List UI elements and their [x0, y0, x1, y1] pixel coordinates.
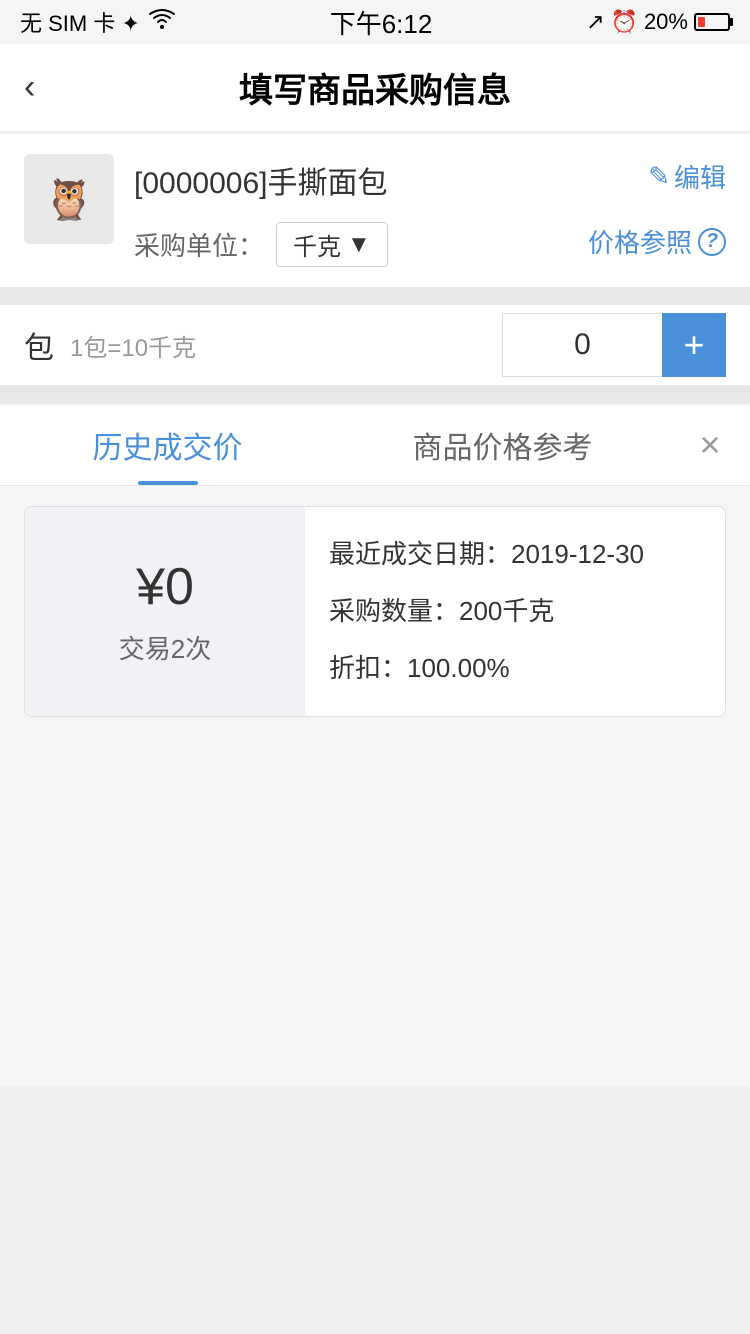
product-section: 🦉 [0000006]手撕面包 采购单位： 千克 ▼ ✎ 编辑 价格参照 [0, 134, 750, 287]
section-divider-2 [0, 385, 750, 403]
price-card-container: ¥0 交易2次 最近成交日期：2019-12-30 采购数量：200千克 折扣：… [0, 486, 750, 1086]
section-divider [0, 287, 750, 305]
price-ref-label: 价格参照 [588, 223, 692, 260]
quantity-unit-hint: 1包=10千克 [70, 328, 486, 363]
product-left: 🦉 [0000006]手撕面包 采购单位： 千克 ▼ [24, 154, 388, 267]
price-card: ¥0 交易2次 最近成交日期：2019-12-30 采购数量：200千克 折扣：… [24, 506, 726, 717]
tab-active-indicator [138, 481, 198, 485]
last-date-row: 最近成交日期：2019-12-30 [329, 535, 701, 574]
quantity-unit-label: 包 [24, 323, 54, 367]
product-thumbnail: 🦉 [24, 154, 114, 244]
trade-count: 交易2次 [119, 629, 211, 666]
discount-label: 折扣： [329, 653, 407, 683]
purchase-qty-row: 采购数量：200千克 [329, 592, 701, 631]
battery-percent: 20% [644, 9, 688, 35]
status-time: 下午6:12 [330, 4, 433, 41]
back-button[interactable]: ‹ [24, 68, 35, 107]
quantity-input[interactable] [502, 313, 662, 377]
product-info: [0000006]手撕面包 采购单位： 千克 ▼ [134, 154, 388, 267]
page-title: 填写商品采购信息 [239, 63, 511, 112]
quantity-plus-button[interactable]: + [662, 313, 726, 377]
product-name: [0000006]手撕面包 [134, 158, 388, 202]
nav-bar: ‹ 填写商品采购信息 [0, 44, 750, 132]
wifi-icon [148, 8, 176, 36]
product-unit-row: 采购单位： 千克 ▼ [134, 222, 388, 267]
edit-icon: ✎ [648, 161, 670, 192]
location-icon: ↗ [586, 9, 604, 35]
product-logo-icon: 🦉 [44, 176, 94, 223]
purchase-qty-value: 200千克 [459, 596, 554, 626]
tab-price-reference-label: 商品价格参考 [413, 423, 593, 467]
status-left: 无 SIM 卡 ✦ [20, 6, 176, 38]
quantity-input-area: + [502, 313, 726, 377]
purchase-qty-label: 采购数量： [329, 596, 459, 626]
unit-label: 采购单位： [134, 226, 264, 263]
sim-text: 无 SIM 卡 ✦ [20, 6, 140, 38]
tabs-container: 历史成交价 商品价格参考 × [0, 405, 750, 486]
help-circle-icon: ? [698, 228, 726, 256]
status-right: ↗ ⏰ 20% [586, 9, 730, 35]
dropdown-chevron-icon: ▼ [347, 231, 371, 259]
price-right-panel: 最近成交日期：2019-12-30 采购数量：200千克 折扣：100.00% [305, 507, 725, 716]
status-bar: 无 SIM 卡 ✦ 下午6:12 ↗ ⏰ 20% [0, 0, 750, 44]
tab-price-reference[interactable]: 商品价格参考 [335, 405, 670, 485]
tab-historical-price-label: 历史成交价 [93, 423, 243, 467]
unit-select-dropdown[interactable]: 千克 ▼ [276, 222, 388, 267]
tab-historical-price[interactable]: 历史成交价 [0, 405, 335, 485]
alarm-icon: ⏰ [611, 9, 638, 35]
edit-label: 编辑 [674, 158, 726, 195]
last-date-value: 2019-12-30 [511, 539, 644, 569]
last-date-label: 最近成交日期： [329, 539, 511, 569]
quantity-row: 包 1包=10千克 + [0, 305, 750, 385]
discount-row: 折扣：100.00% [329, 649, 701, 688]
battery-icon [694, 13, 730, 31]
tabs-close-button[interactable]: × [670, 405, 750, 485]
discount-value: 100.00% [407, 653, 510, 683]
price-left-panel: ¥0 交易2次 [25, 507, 305, 716]
price-amount: ¥0 [136, 557, 194, 617]
edit-button[interactable]: ✎ 编辑 [648, 158, 726, 195]
price-reference-button[interactable]: 价格参照 ? [588, 223, 726, 260]
product-header: 🦉 [0000006]手撕面包 采购单位： 千克 ▼ ✎ 编辑 价格参照 [24, 154, 726, 267]
unit-value: 千克 [293, 227, 341, 262]
